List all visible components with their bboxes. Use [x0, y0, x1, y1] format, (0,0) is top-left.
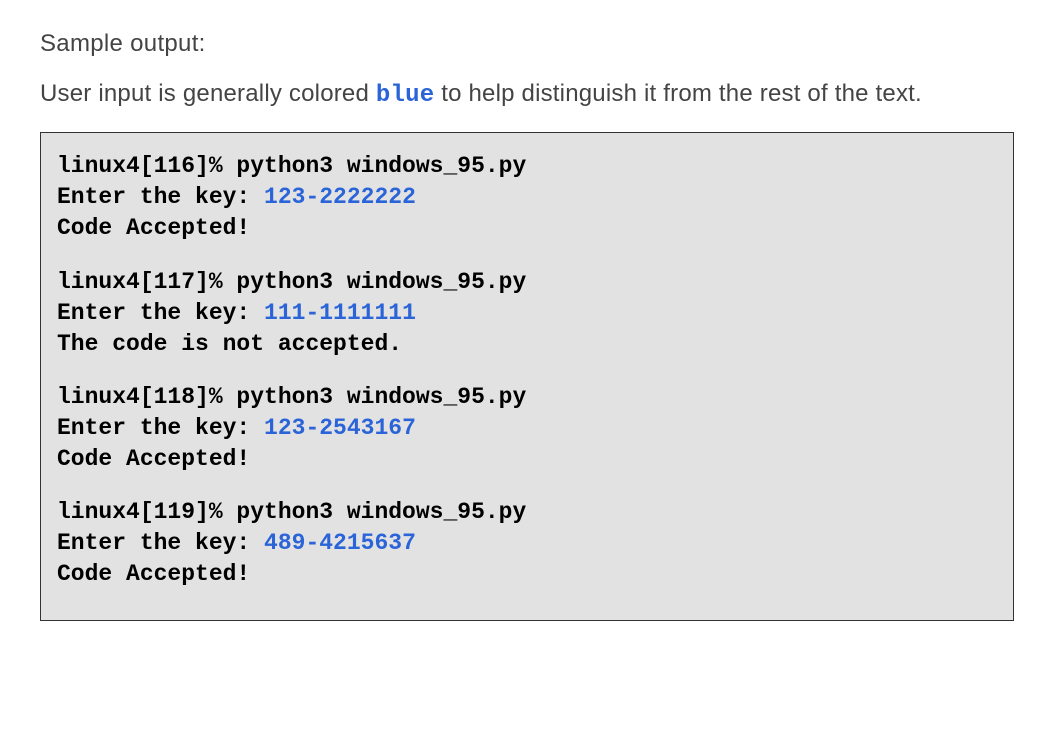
program-result-line: The code is not accepted. — [57, 329, 997, 360]
prompt-label: Enter the key: — [57, 300, 264, 326]
shell-command-line: linux4[118]% python3 windows_95.py — [57, 382, 997, 413]
shell-command-line: linux4[117]% python3 windows_95.py — [57, 267, 997, 298]
shell-command-line: linux4[119]% python3 windows_95.py — [57, 497, 997, 528]
program-prompt-line: Enter the key: 489-4215637 — [57, 528, 997, 559]
terminal-run: linux4[119]% python3 windows_95.py Enter… — [57, 497, 997, 590]
result-text: Code Accepted! — [57, 446, 250, 472]
program-result-line: Code Accepted! — [57, 559, 997, 590]
program-prompt-line: Enter the key: 111-1111111 — [57, 298, 997, 329]
result-text: Code Accepted! — [57, 215, 250, 241]
description-text-after: to help distinguish it from the rest of … — [434, 80, 922, 107]
user-input: 111-1111111 — [264, 300, 416, 326]
user-input: 489-4215637 — [264, 530, 416, 556]
shell-command: linux4[118]% python3 windows_95.py — [57, 384, 526, 410]
shell-command: linux4[116]% python3 windows_95.py — [57, 153, 526, 179]
shell-command: linux4[119]% python3 windows_95.py — [57, 499, 526, 525]
prompt-label: Enter the key: — [57, 530, 264, 556]
user-input: 123-2543167 — [264, 415, 416, 441]
blue-keyword: blue — [376, 82, 434, 109]
result-text: Code Accepted! — [57, 561, 250, 587]
program-prompt-line: Enter the key: 123-2222222 — [57, 182, 997, 213]
terminal-run: linux4[117]% python3 windows_95.py Enter… — [57, 267, 997, 360]
description-text-before: User input is generally colored — [40, 80, 376, 107]
prompt-label: Enter the key: — [57, 415, 264, 441]
terminal-run: linux4[116]% python3 windows_95.py Enter… — [57, 151, 997, 244]
shell-command-line: linux4[116]% python3 windows_95.py — [57, 151, 997, 182]
program-prompt-line: Enter the key: 123-2543167 — [57, 413, 997, 444]
program-result-line: Code Accepted! — [57, 444, 997, 475]
terminal-run: linux4[118]% python3 windows_95.py Enter… — [57, 382, 997, 475]
result-text: The code is not accepted. — [57, 331, 402, 357]
description-paragraph: User input is generally colored blue to … — [40, 78, 1014, 112]
prompt-label: Enter the key: — [57, 184, 264, 210]
program-result-line: Code Accepted! — [57, 213, 997, 244]
sample-output-code-block: linux4[116]% python3 windows_95.py Enter… — [40, 132, 1014, 621]
user-input: 123-2222222 — [264, 184, 416, 210]
shell-command: linux4[117]% python3 windows_95.py — [57, 269, 526, 295]
section-heading: Sample output: — [40, 30, 1014, 58]
